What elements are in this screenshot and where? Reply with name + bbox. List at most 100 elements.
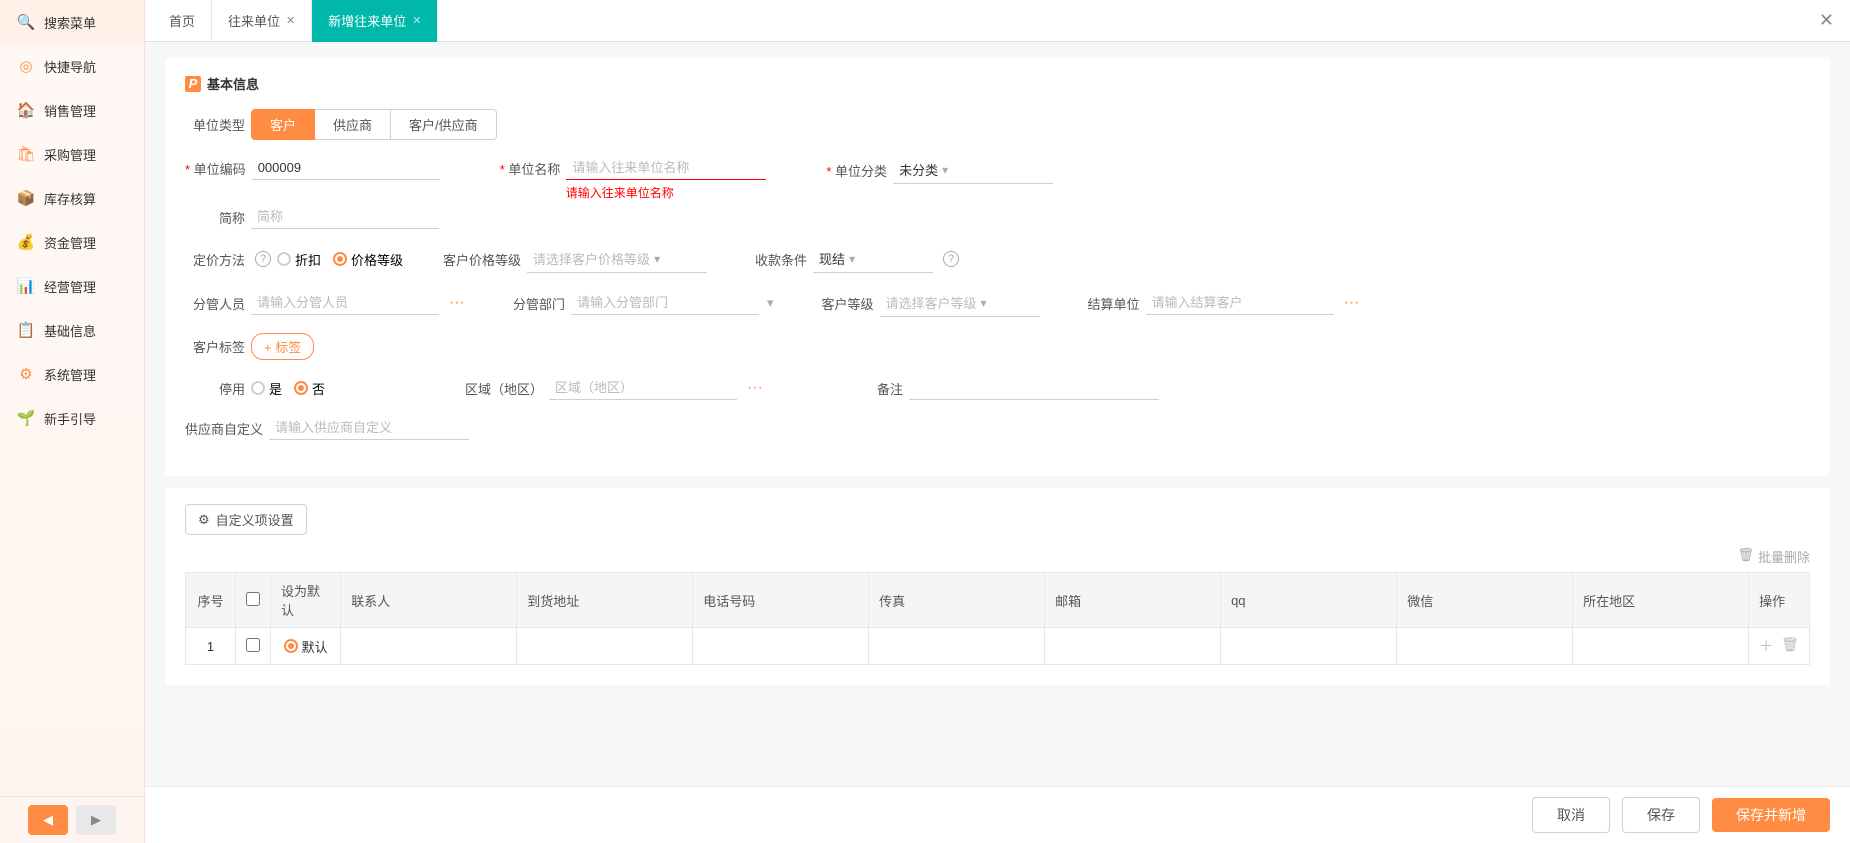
wechat-input[interactable]: [1407, 639, 1562, 654]
manager-more-btn[interactable]: ···: [449, 294, 465, 312]
settlement-unit-input[interactable]: [1146, 291, 1334, 315]
unit-name-input[interactable]: [566, 156, 766, 180]
row-fax[interactable]: [869, 628, 1045, 665]
pricing-help-icon[interactable]: ?: [255, 251, 271, 267]
add-tag-button[interactable]: + 标签: [251, 333, 314, 360]
sidebar-item-operations[interactable]: 📊 经营管理: [0, 264, 144, 308]
payment-terms-arrow: ▾: [849, 252, 855, 266]
payment-terms-select[interactable]: 现结 ▾: [813, 245, 933, 273]
unit-code-input[interactable]: [252, 156, 440, 180]
tab-new-partner[interactable]: 新增往来单位 ✕: [312, 0, 438, 42]
notes-input[interactable]: [909, 376, 1159, 400]
default-radio-label[interactable]: 默认: [281, 637, 330, 656]
sidebar-item-purchase[interactable]: 🛍 采购管理: [0, 132, 144, 176]
row-address[interactable]: [517, 628, 693, 665]
row-phone[interactable]: [693, 628, 869, 665]
row-qq[interactable]: [1221, 628, 1397, 665]
disabled-no-radio[interactable]: [294, 381, 308, 395]
pricing-method-label: 定价方法: [185, 250, 245, 269]
settlement-unit-more-btn[interactable]: ···: [1344, 294, 1360, 312]
row-default[interactable]: 默认: [271, 628, 341, 665]
unit-info-row: 单位编码 单位名称 请输入往来单位名称 单位分类 未分类 ▾: [185, 156, 1810, 201]
tabbar-close-btn[interactable]: ✕: [1811, 10, 1842, 31]
customer-level-group: 客户等级 请选择客户等级 ▾: [814, 289, 1040, 317]
sidebar-collapse-btn[interactable]: ◀: [28, 805, 68, 835]
contact-input[interactable]: [351, 639, 506, 654]
unit-category-select[interactable]: 未分类 ▾: [893, 156, 1053, 184]
department-input[interactable]: [571, 291, 759, 315]
payment-help-icon[interactable]: ?: [943, 251, 959, 267]
unit-type-both[interactable]: 客户/供应商: [391, 109, 497, 140]
sidebar-item-inventory[interactable]: 📦 库存核算: [0, 176, 144, 220]
col-fax: 传真: [869, 573, 1045, 628]
customer-level-select[interactable]: 请选择客户等级 ▾: [880, 289, 1040, 317]
region-more-btn[interactable]: ···: [747, 379, 763, 397]
sidebar-item-system[interactable]: ⚙ 系统管理: [0, 352, 144, 396]
row-wechat[interactable]: [1397, 628, 1573, 665]
section-title-text: 基本信息: [207, 74, 259, 93]
unit-type-supplier[interactable]: 供应商: [315, 109, 391, 140]
sidebar-label-purchase: 采购管理: [44, 145, 96, 164]
row-region[interactable]: [1573, 628, 1749, 665]
manager-input[interactable]: [251, 291, 439, 315]
email-input[interactable]: [1055, 639, 1210, 654]
row-email[interactable]: [1045, 628, 1221, 665]
col-checkbox[interactable]: [236, 573, 271, 628]
sidebar-item-search[interactable]: 🔍 搜索菜单: [0, 0, 144, 44]
short-name-input[interactable]: [251, 205, 439, 229]
save-button[interactable]: 保存: [1622, 797, 1700, 833]
unit-type-label: 单位类型: [185, 115, 245, 134]
row-checkbox-cell[interactable]: [236, 628, 271, 665]
default-radio[interactable]: [284, 639, 298, 653]
col-default: 设为默认: [271, 573, 341, 628]
table-header-row: 序号 设为默认 联系人 到货地址 电话号码 传真 邮箱 qq 微信 所在地区 操…: [186, 573, 1810, 628]
pricing-row: 定价方法 ? 折扣 价格等级 客户价格等级: [185, 245, 1810, 273]
tab-new-partner-close[interactable]: ✕: [412, 14, 421, 27]
row-region-input[interactable]: [1583, 639, 1738, 654]
unit-code-label: 单位编码: [185, 159, 246, 178]
region-input[interactable]: [549, 376, 737, 400]
pricing-method-group: 定价方法 ? 折扣 价格等级: [185, 250, 403, 269]
customer-tag-row: 客户标签 + 标签: [185, 333, 1810, 360]
phone-input[interactable]: [703, 639, 858, 654]
sidebar-label-quick-nav: 快捷导航: [44, 57, 96, 76]
pricing-grade-option[interactable]: 价格等级: [333, 250, 403, 269]
sidebar-item-basics[interactable]: 📋 基础信息: [0, 308, 144, 352]
batch-delete-label: 批量删除: [1758, 547, 1810, 566]
default-radio-text: 默认: [302, 637, 328, 656]
delete-row-btn[interactable]: 🗑: [1781, 636, 1799, 656]
tab-home[interactable]: 首页: [153, 0, 212, 42]
disabled-no-option[interactable]: 否: [294, 379, 325, 398]
unit-type-customer[interactable]: 客户: [251, 109, 315, 140]
row-checkbox[interactable]: [246, 638, 260, 652]
qq-input[interactable]: [1231, 639, 1386, 654]
pricing-grade-radio[interactable]: [333, 252, 347, 266]
batch-delete-area[interactable]: 🗑 批量删除: [185, 547, 1810, 566]
newbie-icon: 🌱: [16, 408, 36, 428]
address-input[interactable]: [527, 639, 682, 654]
add-row-btn[interactable]: ＋: [1759, 636, 1773, 656]
fax-input[interactable]: [879, 639, 1034, 654]
pricing-discount-option[interactable]: 折扣: [277, 250, 321, 269]
tab-partner-close[interactable]: ✕: [286, 14, 295, 27]
col-email: 邮箱: [1045, 573, 1221, 628]
sidebar-label-sales: 销售管理: [44, 101, 96, 120]
save-new-button[interactable]: 保存并新增: [1712, 798, 1830, 832]
customer-level-arrow: ▾: [981, 296, 987, 310]
pricing-discount-radio[interactable]: [277, 252, 291, 266]
sidebar-item-newbie[interactable]: 🌱 新手引导: [0, 396, 144, 440]
select-all-checkbox[interactable]: [246, 592, 260, 606]
sidebar-item-finance[interactable]: 💰 资金管理: [0, 220, 144, 264]
sidebar-item-quick-nav[interactable]: ◎ 快捷导航: [0, 44, 144, 88]
customer-price-select[interactable]: 请选择客户价格等级 ▾: [527, 245, 707, 273]
row-contact[interactable]: [341, 628, 517, 665]
disabled-yes-radio[interactable]: [251, 381, 265, 395]
sidebar-expand-btn[interactable]: ▶: [76, 805, 116, 835]
disabled-yes-option[interactable]: 是: [251, 379, 282, 398]
disabled-yes-label: 是: [269, 379, 282, 398]
custom-settings-button[interactable]: ⚙ 自定义项设置: [185, 504, 307, 535]
tab-partner[interactable]: 往来单位 ✕: [212, 0, 312, 42]
supplier-custom-input[interactable]: [269, 416, 469, 440]
cancel-button[interactable]: 取消: [1532, 797, 1610, 833]
sidebar-item-sales[interactable]: 🏠 销售管理: [0, 88, 144, 132]
